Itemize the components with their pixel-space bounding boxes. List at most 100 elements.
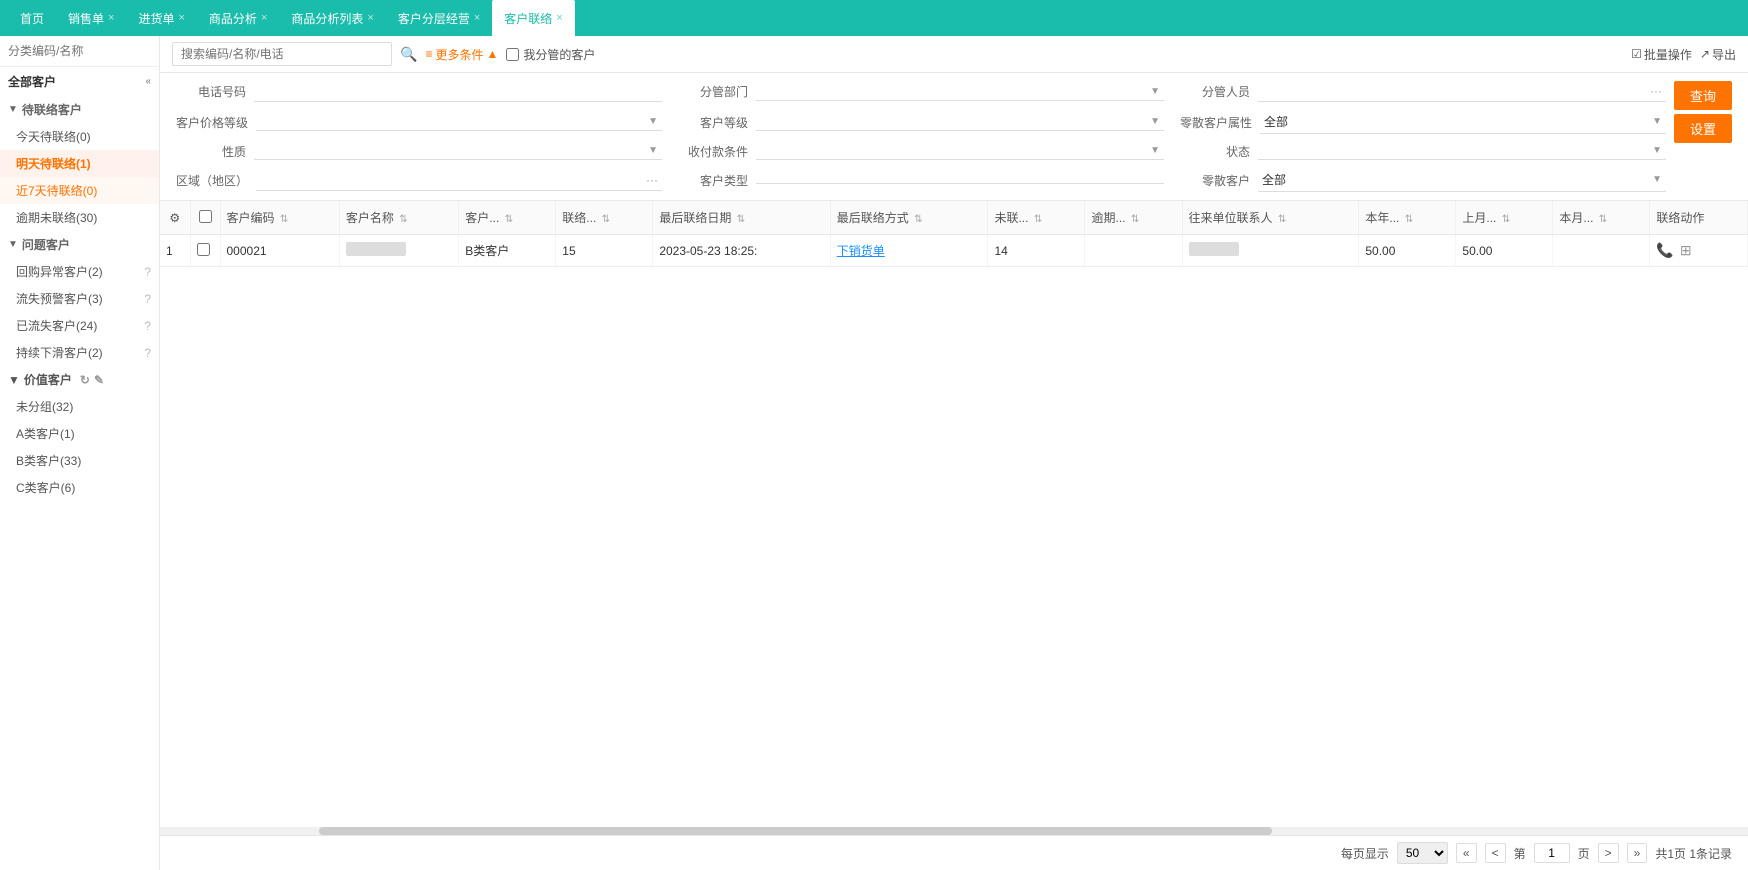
filter-row-3: 性质 ▼ 收付款条件 ▼: [176, 142, 1666, 160]
more-conditions-btn[interactable]: ≡ 更多条件 ▲: [425, 46, 498, 63]
sidebar-all-customers-header[interactable]: 全部客户 «: [0, 67, 159, 96]
sidebar-item-a-class[interactable]: A类客户(1): [0, 420, 159, 447]
export-btn[interactable]: ↗ 导出: [1700, 46, 1736, 63]
edit-icon[interactable]: ✎: [94, 373, 104, 387]
sidebar-item-tomorrow[interactable]: 明天待联络(1): [0, 150, 159, 177]
last-page-btn[interactable]: »: [1627, 843, 1648, 863]
th-last-month: 上月... ⇅: [1456, 201, 1553, 235]
status-label: 状态: [1180, 143, 1250, 160]
cell-checkbox[interactable]: [190, 235, 220, 267]
sidebar-item-overdue[interactable]: 逾期未联络(30): [0, 204, 159, 231]
select-all-checkbox[interactable]: [199, 210, 212, 223]
help-icon: ?: [144, 292, 151, 306]
triangle-icon: ▼: [8, 104, 18, 115]
customer-type-select[interactable]: [756, 177, 1164, 184]
sidebar-item-churn-risk[interactable]: 流失预警客户(3) ?: [0, 285, 159, 312]
scrollbar-thumb[interactable]: [319, 827, 1272, 835]
close-icon[interactable]: ×: [367, 12, 373, 24]
th-last-contact-date: 最后联络日期 ⇅: [653, 201, 830, 235]
sidebar-item-continuous-down[interactable]: 持续下滑客户(2) ?: [0, 339, 159, 366]
nature-select[interactable]: ▼: [254, 142, 662, 160]
grid-action-icon[interactable]: ⊞: [1680, 242, 1692, 259]
query-button[interactable]: 查询: [1674, 81, 1732, 110]
page-input[interactable]: [1534, 843, 1570, 863]
next-page-btn[interactable]: >: [1598, 843, 1619, 863]
dept-select[interactable]: ▼: [756, 83, 1164, 101]
triangle-icon: ▼: [8, 239, 18, 250]
sidebar-item-repurchase[interactable]: 回购异常客户(2) ?: [0, 258, 159, 285]
sidebar-item-ungrouped[interactable]: 未分组(32): [0, 393, 159, 420]
close-icon[interactable]: ×: [474, 12, 480, 24]
advanced-filter-panel: 电话号码 分管部门 ▼ 分管人员: [160, 73, 1748, 201]
prev-page-btn[interactable]: <: [1485, 843, 1506, 863]
sort-icon[interactable]: ⇅: [1599, 214, 1607, 225]
sort-icon[interactable]: ⇅: [914, 214, 922, 225]
phone-input[interactable]: [254, 81, 662, 102]
payment-select[interactable]: ▼: [756, 142, 1164, 160]
export-icon: ↗: [1700, 47, 1710, 61]
phone-action-icon[interactable]: 📞: [1656, 242, 1673, 259]
customer-type-label: 客户类型: [678, 172, 748, 189]
sidebar-item-churned[interactable]: 已流失客户(24) ?: [0, 312, 159, 339]
help-icon: ?: [144, 265, 151, 279]
sidebar-search-input[interactable]: [8, 44, 160, 58]
pagination: 每页显示 50 100 « < 第 页 > » 共1页 1条记录: [160, 835, 1748, 870]
my-customers-checkbox[interactable]: [506, 48, 519, 61]
first-page-btn[interactable]: «: [1456, 843, 1477, 863]
status-select[interactable]: ▼: [1258, 142, 1666, 160]
search-button[interactable]: 🔍: [400, 46, 417, 63]
settings-button[interactable]: 设置: [1674, 114, 1732, 143]
sort-icon[interactable]: ⇅: [1502, 214, 1510, 225]
batch-ops-btn[interactable]: ☑ 批量操作: [1631, 46, 1692, 63]
nav-home[interactable]: 首页: [8, 0, 56, 36]
close-icon[interactable]: ×: [178, 12, 184, 24]
region-label: 区域（地区）: [176, 172, 248, 189]
nav-customer-segment[interactable]: 客户分层经营 ×: [386, 0, 492, 36]
th-checkbox[interactable]: [190, 201, 220, 235]
nav-purchase-order[interactable]: 进货单 ×: [126, 0, 196, 36]
sort-icon[interactable]: ⇅: [505, 214, 513, 225]
sidebar-all-customers-label: 全部客户: [8, 73, 56, 90]
sort-icon[interactable]: ⇅: [1131, 214, 1139, 225]
close-icon[interactable]: ×: [108, 12, 114, 24]
sort-icon[interactable]: ⇅: [280, 214, 288, 225]
sidebar-item-b-class[interactable]: B类客户(33): [0, 447, 159, 474]
sidebar-pending-contact-header: ▼ 待联络客户: [0, 96, 159, 123]
sidebar-item-c-class[interactable]: C类客户(6): [0, 474, 159, 501]
sort-icon[interactable]: ⇅: [399, 214, 407, 225]
page-size-select[interactable]: 50 100: [1397, 842, 1448, 864]
price-level-select[interactable]: ▼: [256, 113, 662, 131]
name-placeholder: [346, 242, 406, 256]
search-input[interactable]: [172, 42, 392, 66]
sort-icon[interactable]: ⇅: [1278, 214, 1286, 225]
my-customers-checkbox-label[interactable]: 我分管的客户: [506, 46, 595, 63]
nav-product-analysis[interactable]: 商品分析 ×: [197, 0, 279, 36]
row-checkbox[interactable]: [197, 243, 210, 256]
sidebar-item-week[interactable]: 近7天待联络(0): [0, 177, 159, 204]
chevron-down-icon: ▼: [1150, 145, 1160, 156]
nav-sales-order[interactable]: 销售单 ×: [56, 0, 126, 36]
sort-icon[interactable]: ⇅: [737, 214, 745, 225]
retail-customer-select[interactable]: 全部 ▼: [1258, 168, 1666, 192]
retail-attr-select[interactable]: 全部 ▼: [1260, 110, 1666, 134]
sort-icon[interactable]: ⇅: [1405, 214, 1413, 225]
more-icon: ···: [1650, 84, 1662, 98]
sort-icon[interactable]: ⇅: [1034, 214, 1042, 225]
collapse-icon: «: [145, 76, 151, 87]
horizontal-scrollbar[interactable]: [160, 827, 1748, 835]
nav-product-analysis-list[interactable]: 商品分析列表 ×: [279, 0, 385, 36]
cell-last-method[interactable]: 下销货单: [830, 235, 988, 267]
manager-select[interactable]: ···: [1258, 81, 1666, 102]
customer-level-select[interactable]: ▼: [756, 113, 1164, 131]
sidebar-item-today[interactable]: 今天待联络(0): [0, 123, 159, 150]
close-icon[interactable]: ×: [556, 12, 562, 24]
sort-icon[interactable]: ⇅: [602, 214, 610, 225]
region-select[interactable]: ···: [256, 170, 662, 191]
manager-label: 分管人员: [1180, 83, 1250, 100]
customer-table: ⚙ 客户编码 ⇅ 客户名称 ⇅ 客户... ⇅: [160, 201, 1748, 267]
nav-customer-contact[interactable]: 客户联络 ×: [492, 0, 574, 36]
refresh-icon[interactable]: ↻: [80, 373, 90, 387]
th-settings[interactable]: ⚙: [160, 201, 190, 235]
close-icon[interactable]: ×: [261, 12, 267, 24]
help-icon: ?: [144, 319, 151, 333]
